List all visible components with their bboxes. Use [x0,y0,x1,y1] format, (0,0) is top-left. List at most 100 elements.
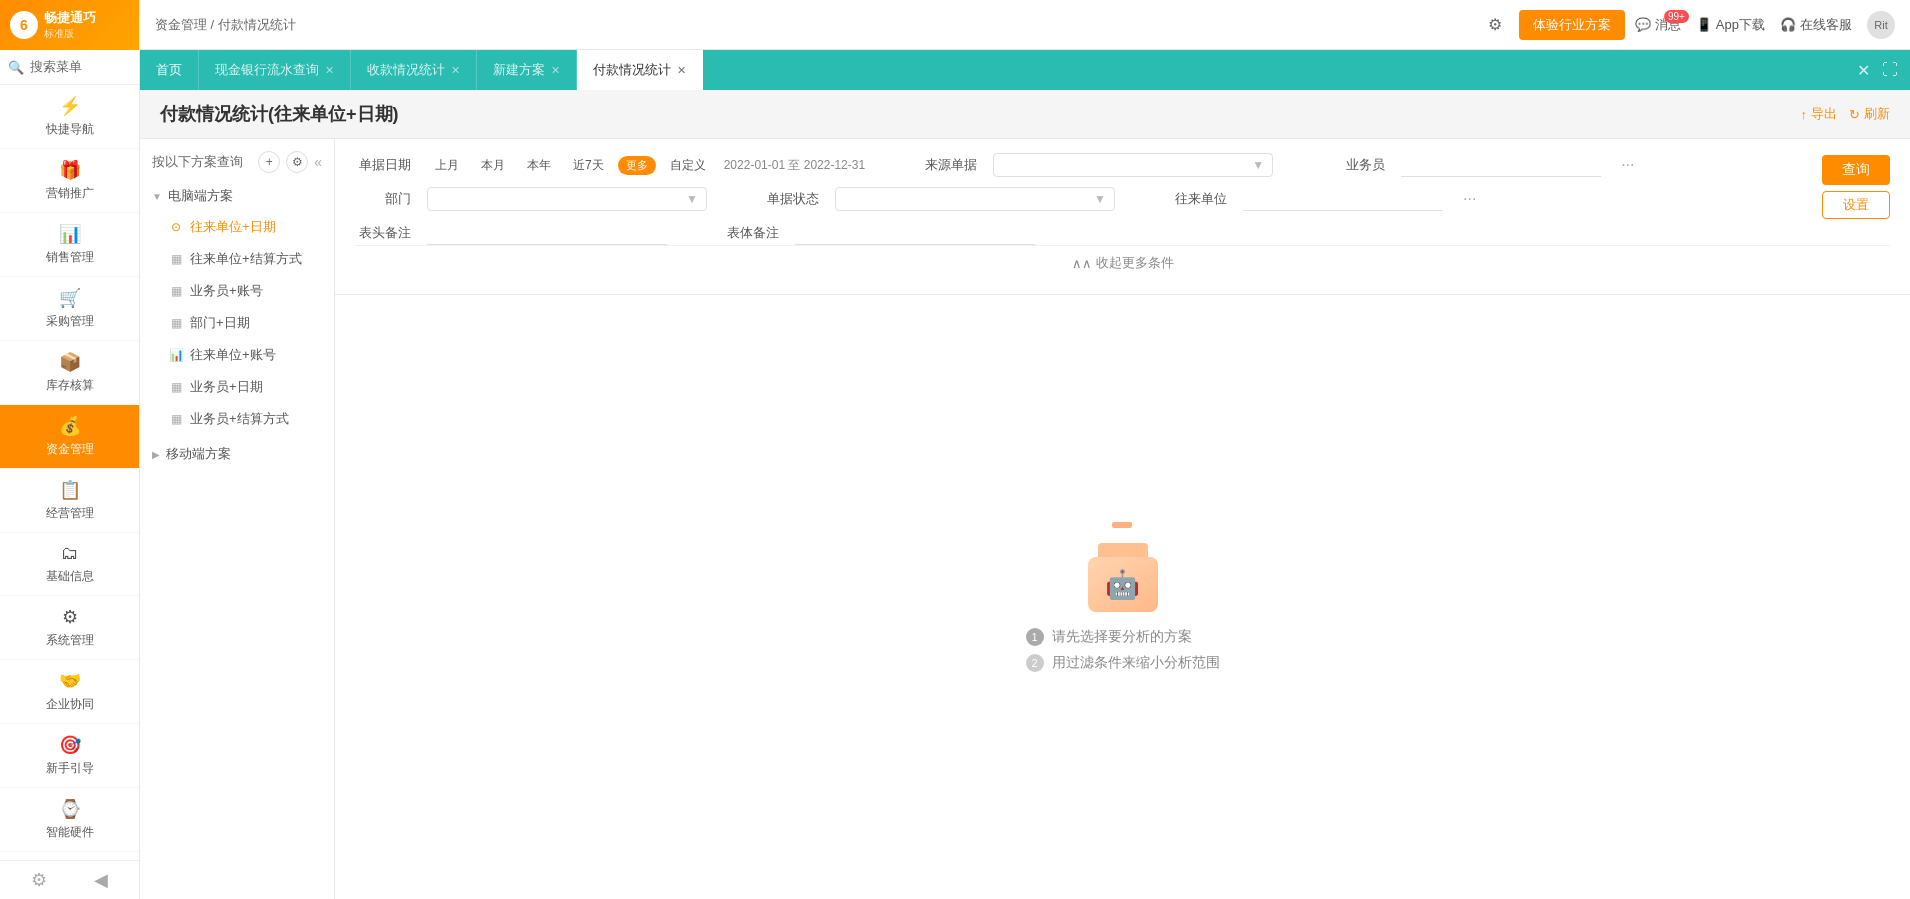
staff-input[interactable] [1401,153,1601,177]
left-panel-title: 按以下方案查询 [152,153,243,171]
refresh-btn[interactable]: ↻ 刷新 [1849,105,1890,123]
tab-close-all-btn[interactable]: ✕ [1853,57,1874,84]
sidebar-item-system[interactable]: ⚙系统管理 [0,596,139,660]
source-select[interactable]: ▼ [993,153,1273,177]
tab-new-plan[interactable]: 新建方案✕ [477,50,577,90]
doc-status-select[interactable]: ▼ [835,187,1115,211]
sidebar-item-basic[interactable]: 🗂基础信息 [0,533,139,596]
sidebar-item-inventory[interactable]: 📦库存核算 [0,341,139,405]
tab-close-new-plan[interactable]: ✕ [551,64,560,77]
refresh-icon: ↻ [1849,107,1860,122]
tab-maximize-btn[interactable]: ⛶ [1878,57,1902,83]
sidebar-nav: ⚡快捷导航🎁营销推广📊销售管理 🛒 采购管理 📦库存核算💰资金管理📋经营管理🗂基础信息… [0,85,139,860]
tab-cash-flow[interactable]: 现金银行流水查询✕ [199,50,351,90]
sidebar-icon-basic: 🗂 [61,543,79,564]
sidebar-item-wechat[interactable]: 💬企业微信 [0,852,139,860]
add-scheme-btn[interactable]: + [258,151,280,173]
scheme-item-partner-account[interactable]: 📊 往来单位+账号 [140,339,334,371]
sidebar-label-purchase: 采购管理 [46,313,94,330]
app-icon: 📱 [1696,17,1712,32]
partner-input[interactable] [1243,187,1443,211]
desktop-scheme-header[interactable]: ▼ 电脑端方案 [140,181,334,211]
sidebar-icon-purchase: 🛒 [59,287,81,309]
export-label: 导出 [1811,105,1837,123]
sidebar-item-hardware[interactable]: ⌚智能硬件 [0,788,139,852]
search-menu[interactable]: 🔍 搜索菜单 [0,50,139,85]
left-panel-collapse-btn[interactable]: « [314,154,322,170]
user-avatar[interactable]: Rit [1867,11,1895,39]
tip-text-2: 用过滤条件来缩小分析范围 [1052,654,1220,672]
tab-close-payment-stats[interactable]: ✕ [677,64,686,77]
filter-settings-btn[interactable]: 设置 [1822,191,1890,219]
sidebar-item-enterprise[interactable]: 🤝企业协同 [0,660,139,724]
date-btn-this-month[interactable]: 本月 [473,154,513,177]
section-expand-icon: ▼ [152,191,162,202]
scheme-item-staff-settle[interactable]: ▦ 业务员+结算方式 [140,403,334,435]
tab-home[interactable]: 首页 [140,50,199,90]
topbar-settings-btn[interactable]: ⚙ [1481,11,1509,39]
collapse-label: 收起更多条件 [1096,254,1174,272]
scheme-item-partner-date[interactable]: ⊙ 往来单位+日期 [140,211,334,243]
sidebar-label-system: 系统管理 [46,632,94,649]
scheme-item-icon: ⊙ [168,220,184,234]
header-note-label: 表头备注 [355,224,411,242]
date-btn-custom[interactable]: 自定义 [662,154,714,177]
scheme-settings-btn[interactable]: ⚙ [286,151,308,173]
body-note-input[interactable] [795,221,1035,245]
tab-label-receipts: 收款情况统计 [367,61,445,79]
partner-more-btn[interactable]: ··· [1463,190,1476,208]
staff-label: 业务员 [1329,156,1385,174]
topbar: 资金管理 / 付款情况统计 ⚙ 体验行业方案 💬 消息 99+ 📱 App下载 … [140,0,1910,50]
sidebar-item-marketing[interactable]: 🎁营销推广 [0,149,139,213]
main-content: 资金管理 / 付款情况统计 ⚙ 体验行业方案 💬 消息 99+ 📱 App下载 … [140,0,1910,899]
scheme-item-dept-date[interactable]: ▦ 部门+日期 [140,307,334,339]
empty-tip-1: 1 请先选择要分析的方案 [1026,628,1220,646]
trial-industry-btn[interactable]: 体验行业方案 [1519,10,1625,40]
service-icon: 🎧 [1780,17,1796,32]
collapse-more-btn[interactable]: ∧∧ 收起更多条件 [1072,254,1174,272]
date-btn-this-year[interactable]: 本年 [519,154,559,177]
date-btn-last-month[interactable]: 上月 [427,154,467,177]
topbar-app-download[interactable]: 📱 App下载 [1696,16,1765,34]
scheme-item-partner-settle[interactable]: ▦ 往来单位+结算方式 [140,243,334,275]
sidebar-item-operation[interactable]: 📋经营管理 [0,469,139,533]
tab-bar: 首页现金银行流水查询✕收款情况统计✕新建方案✕付款情况统计✕ ✕ ⛶ [140,50,1910,90]
date-btn-7days[interactable]: 近7天 [565,154,612,177]
tab-payment-stats[interactable]: 付款情况统计✕ [577,50,703,90]
tip-number-1: 1 [1026,628,1044,646]
empty-tips: 1 请先选择要分析的方案 2 用过滤条件来缩小分析范围 [1026,628,1220,672]
tab-receipts[interactable]: 收款情况统计 ✕ [351,50,477,90]
topbar-service-btn[interactable]: 🎧 在线客服 [1780,16,1852,34]
date-btn-more[interactable]: 更多 [618,156,656,175]
sidebar-item-capital[interactable]: 💰资金管理 [0,405,139,469]
mobile-scheme-header[interactable]: ▶ 移动端方案 [140,439,334,469]
breadcrumb: 资金管理 / 付款情况统计 [155,16,1471,34]
empty-tip-2: 2 用过滤条件来缩小分析范围 [1026,654,1220,672]
sidebar-item-purchase[interactable]: 🛒 采购管理 [0,277,139,341]
dept-select[interactable]: ▼ [427,187,707,211]
tab-close-receipts[interactable]: ✕ [451,64,460,77]
staff-more-btn[interactable]: ··· [1621,156,1634,174]
scheme-item-staff-account[interactable]: ▦ 业务员+账号 [140,275,334,307]
sidebar-label-guide: 新手引导 [46,760,94,777]
scheme-item-label: 往来单位+账号 [190,346,276,364]
partner-label: 往来单位 [1171,190,1227,208]
topbar-msg-btn[interactable]: 💬 消息 99+ [1635,16,1681,34]
sidebar-item-guide[interactable]: 🎯新手引导 [0,724,139,788]
export-btn[interactable]: ↑ 导出 [1801,105,1838,123]
sidebar-settings-icon[interactable]: ⚙ [31,869,47,891]
sidebar-label-marketing: 营销推广 [46,185,94,202]
filter-area: 单据日期 上月 本月 本年 近7天 更多 自定义 2022-01-01 至 20… [335,139,1910,295]
sidebar-item-quick-nav[interactable]: ⚡快捷导航 [0,85,139,149]
sidebar-collapse-icon[interactable]: ◀ [94,869,108,891]
query-btn[interactable]: 查询 [1822,155,1890,185]
sidebar-label-sales: 销售管理 [46,249,94,266]
tab-close-cash-flow[interactable]: ✕ [325,64,334,77]
sidebar-label-inventory: 库存核算 [46,377,94,394]
header-note-input[interactable] [427,221,667,245]
logo-text: 畅捷通巧 标准版 [44,9,96,41]
sidebar-item-sales[interactable]: 📊销售管理 [0,213,139,277]
scheme-item-staff-date[interactable]: ▦ 业务员+日期 [140,371,334,403]
scheme-item-icon: ▦ [168,316,184,330]
scheme-item-icon: ▦ [168,252,184,266]
